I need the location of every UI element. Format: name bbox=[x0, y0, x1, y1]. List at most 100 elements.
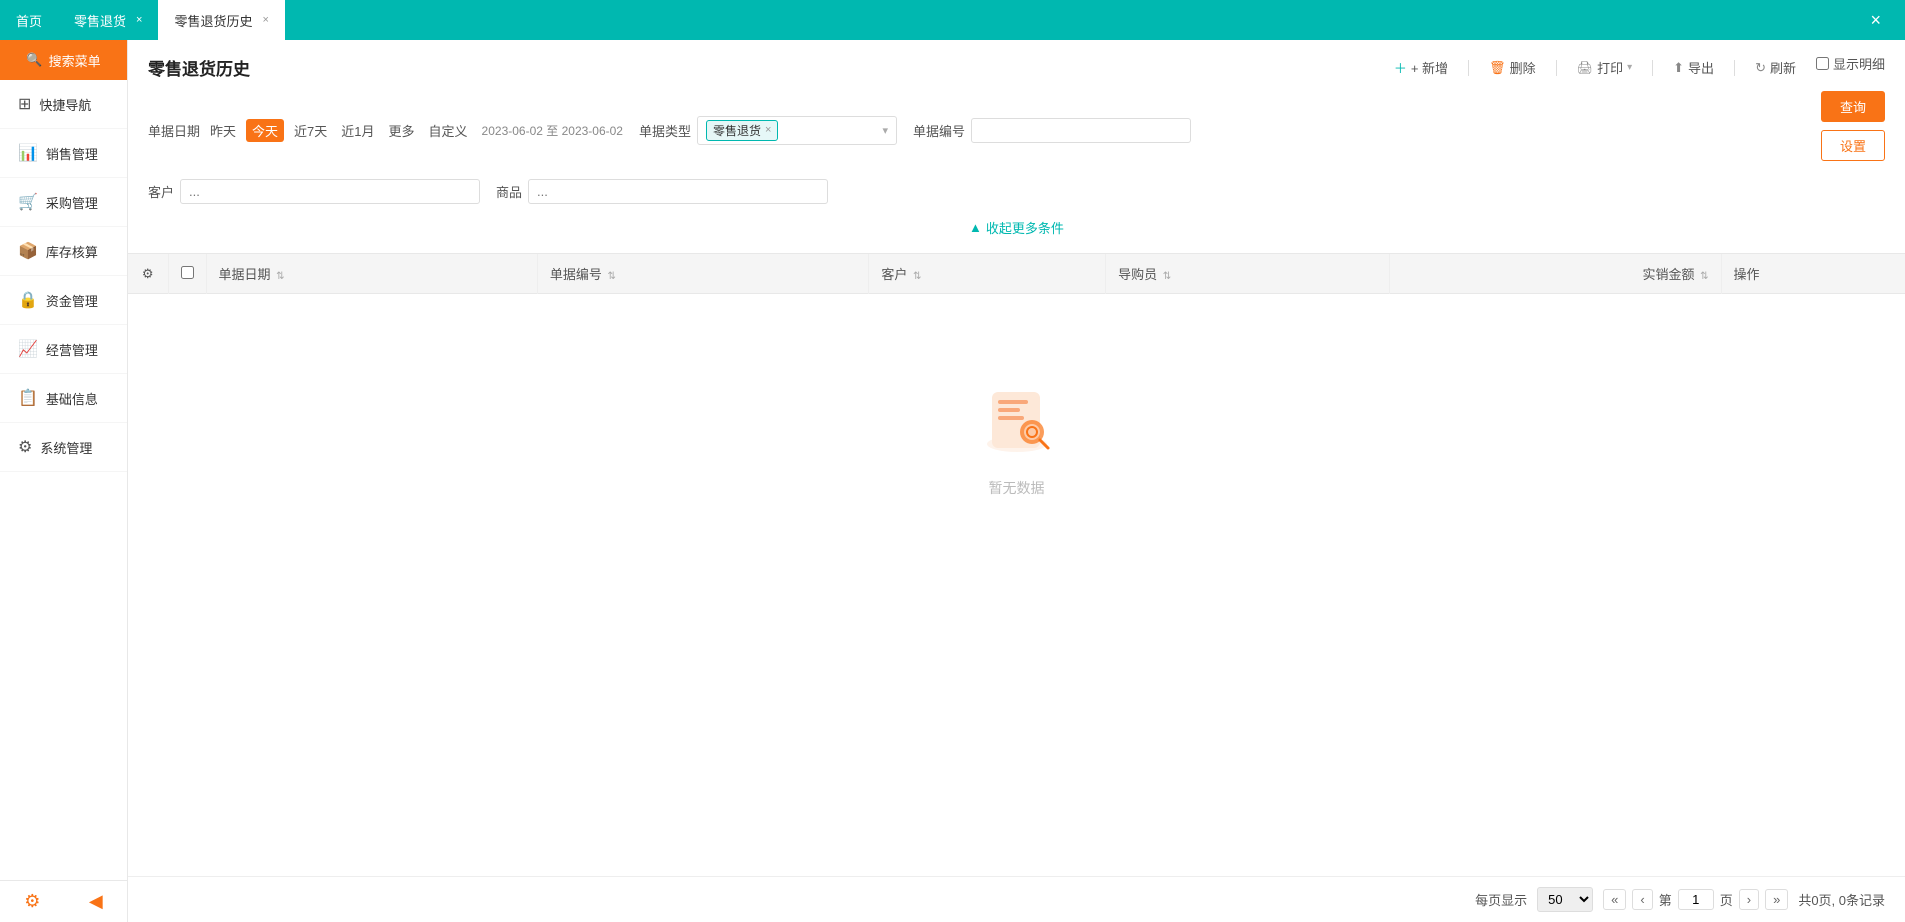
refresh-button[interactable]: ↻ 刷新 bbox=[1747, 54, 1804, 81]
sales-icon: 📊 bbox=[18, 143, 38, 163]
settings-bottom-icon[interactable]: ⚙ bbox=[24, 891, 40, 912]
date-btn-yesterday[interactable]: 昨天 bbox=[206, 119, 240, 142]
next-page-button[interactable]: › bbox=[1739, 889, 1759, 910]
tab-retail-return-close[interactable]: × bbox=[136, 14, 142, 26]
sidebar-item-purchase-mgmt[interactable]: 🛒 采购管理 bbox=[0, 178, 127, 227]
setting-button[interactable]: 设置 bbox=[1821, 130, 1885, 161]
print-chevron-icon: ▾ bbox=[1627, 62, 1632, 73]
date-btn-7days[interactable]: 近7天 bbox=[290, 119, 331, 142]
goods-input[interactable] bbox=[528, 179, 828, 204]
sidebar-item-sales-label: 销售管理 bbox=[46, 144, 98, 163]
header-actions: ＋ + 新增 🗑 删除 🖨 打印 ▾ bbox=[1386, 54, 1804, 81]
refresh-icon: ↻ bbox=[1755, 60, 1766, 76]
th-amount[interactable]: 实销金额 ⇅ bbox=[1390, 254, 1721, 294]
window-close-button[interactable]: × bbox=[1862, 10, 1889, 31]
collapse-sidebar-icon[interactable]: ◀ bbox=[89, 891, 103, 912]
new-button[interactable]: ＋ + 新增 bbox=[1386, 54, 1456, 81]
prev-page-button[interactable]: ‹ bbox=[1632, 889, 1652, 910]
date-btn-today[interactable]: 今天 bbox=[246, 119, 284, 142]
page-suffix: 页 bbox=[1720, 890, 1733, 909]
th-checkbox[interactable] bbox=[168, 254, 206, 294]
sidebar-search-label: 搜索菜单 bbox=[49, 51, 101, 70]
quick-nav-icon: ⊞ bbox=[18, 94, 31, 114]
sidebar-item-system[interactable]: ⚙ 系统管理 bbox=[0, 423, 127, 472]
query-button[interactable]: 查询 bbox=[1821, 91, 1885, 122]
th-no[interactable]: 单据编号 ⇅ bbox=[537, 254, 868, 294]
page-header: 零售退货历史 ＋ + 新增 🗑 删除 bbox=[128, 40, 1905, 254]
divider-1 bbox=[1468, 60, 1469, 76]
sidebar-item-quick-nav-label: 快捷导航 bbox=[39, 95, 91, 114]
page-number-input[interactable] bbox=[1678, 889, 1714, 910]
th-date[interactable]: 单据日期 ⇅ bbox=[206, 254, 537, 294]
sidebar-item-finance-label: 资金管理 bbox=[46, 291, 98, 310]
sidebar-item-quick-nav[interactable]: ⊞ 快捷导航 bbox=[0, 80, 127, 129]
voucher-type-input[interactable]: 零售退货 × ▾ bbox=[697, 116, 897, 145]
sidebar-item-finance[interactable]: 🔒 资金管理 bbox=[0, 276, 127, 325]
date-btn-custom[interactable]: 自定义 bbox=[425, 119, 472, 142]
per-page-label: 每页显示 bbox=[1475, 890, 1527, 909]
voucher-type-tag-close[interactable]: × bbox=[765, 124, 771, 136]
customer-filter: 客户 bbox=[148, 179, 480, 204]
empty-text: 暂无数据 bbox=[989, 478, 1045, 498]
print-button[interactable]: 🖨 打印 ▾ bbox=[1569, 54, 1641, 81]
sidebar-item-operations[interactable]: 📈 经营管理 bbox=[0, 325, 127, 374]
content-area: 零售退货历史 ＋ + 新增 🗑 删除 bbox=[128, 40, 1905, 922]
tab-retail-return-history[interactable]: 零售退货历史 × bbox=[158, 0, 284, 40]
th-guide[interactable]: 导购员 ⇅ bbox=[1106, 254, 1390, 294]
filter-row-1: 单据日期 昨天 今天 近7天 近1月 更多 自定义 2023-06-02 至 2… bbox=[148, 91, 1885, 169]
export-button[interactable]: ⬆ 导出 bbox=[1665, 54, 1722, 81]
tab-retail-return-history-label: 零售退货历史 bbox=[174, 11, 252, 30]
sidebar-item-sales-mgmt[interactable]: 📊 销售管理 bbox=[0, 129, 127, 178]
sidebar-search[interactable]: 🔍 搜索菜单 bbox=[0, 40, 127, 80]
column-settings-icon[interactable]: ⚙ bbox=[142, 266, 154, 281]
new-icon: ＋ bbox=[1394, 58, 1407, 77]
voucher-type-tag-text: 零售退货 bbox=[713, 122, 761, 139]
tab-home[interactable]: 首页 bbox=[0, 0, 58, 40]
goods-label: 商品 bbox=[496, 182, 522, 201]
sidebar-item-inventory-label: 库存核算 bbox=[46, 242, 98, 261]
date-btn-1month[interactable]: 近1月 bbox=[337, 119, 378, 142]
finance-icon: 🔒 bbox=[18, 290, 38, 310]
delete-button[interactable]: 🗑 删除 bbox=[1481, 54, 1544, 81]
sidebar-item-basic-info-label: 基础信息 bbox=[46, 389, 98, 408]
tab-retail-return-history-close[interactable]: × bbox=[262, 14, 268, 26]
tab-bar: 首页 零售退货 × 零售退货历史 × bbox=[0, 0, 1862, 40]
per-page-select[interactable]: 10 20 50 100 bbox=[1537, 887, 1593, 912]
table-header: ⚙ 单据日期 ⇅ 单据编号 ⇅ bbox=[128, 254, 1905, 294]
customer-sort-icon: ⇅ bbox=[913, 271, 921, 282]
sidebar-item-operations-label: 经营管理 bbox=[46, 340, 98, 359]
voucher-type-dropdown-icon[interactable]: ▾ bbox=[882, 124, 888, 137]
voucher-type-tag: 零售退货 × bbox=[706, 120, 778, 141]
sidebar-item-basic-info[interactable]: 📋 基础信息 bbox=[0, 374, 127, 423]
topbar-right: × bbox=[1862, 10, 1905, 31]
select-all-checkbox[interactable] bbox=[181, 266, 194, 279]
sidebar-item-inventory[interactable]: 📦 库存核算 bbox=[0, 227, 127, 276]
show-detail-label: 显示明细 bbox=[1833, 54, 1885, 73]
pagination: 每页显示 10 20 50 100 « ‹ 第 页 › » 共0页, 0条记录 bbox=[128, 876, 1905, 922]
table-container: ⚙ 单据日期 ⇅ 单据编号 ⇅ bbox=[128, 254, 1905, 876]
total-info: 共0页, 0条记录 bbox=[1798, 890, 1885, 909]
customer-label: 客户 bbox=[148, 182, 174, 201]
th-customer[interactable]: 客户 ⇅ bbox=[869, 254, 1106, 294]
no-sort-icon: ⇅ bbox=[608, 271, 616, 282]
date-range-display: 2023-06-02 至 2023-06-02 bbox=[482, 122, 623, 139]
tab-retail-return[interactable]: 零售退货 × bbox=[58, 0, 158, 40]
last-page-button[interactable]: » bbox=[1765, 889, 1788, 910]
collapse-button[interactable]: ▲ 收起更多条件 bbox=[969, 214, 1064, 245]
show-detail-checkbox[interactable]: 显示明细 bbox=[1816, 54, 1885, 73]
filter-row-2: 客户 商品 bbox=[148, 179, 1885, 204]
date-filter: 单据日期 昨天 今天 近7天 近1月 更多 自定义 2023-06-02 至 2… bbox=[148, 119, 623, 142]
tab-retail-return-label: 零售退货 bbox=[74, 11, 126, 30]
th-settings[interactable]: ⚙ bbox=[128, 254, 168, 294]
guide-sort-icon: ⇅ bbox=[1163, 271, 1171, 282]
goods-filter: 商品 bbox=[496, 179, 828, 204]
date-btn-more[interactable]: 更多 bbox=[385, 119, 419, 142]
show-detail-input[interactable] bbox=[1816, 57, 1829, 70]
operations-icon: 📈 bbox=[18, 339, 38, 359]
page-label: 第 bbox=[1659, 890, 1672, 909]
customer-input[interactable] bbox=[180, 179, 480, 204]
sidebar: 🔍 搜索菜单 ⊞ 快捷导航 📊 销售管理 🛒 采购管理 📦 库存核算 🔒 资金管… bbox=[0, 40, 128, 922]
voucher-no-input[interactable] bbox=[971, 118, 1191, 143]
page-header-top: 零售退货历史 ＋ + 新增 🗑 删除 bbox=[148, 54, 1885, 81]
first-page-button[interactable]: « bbox=[1603, 889, 1626, 910]
